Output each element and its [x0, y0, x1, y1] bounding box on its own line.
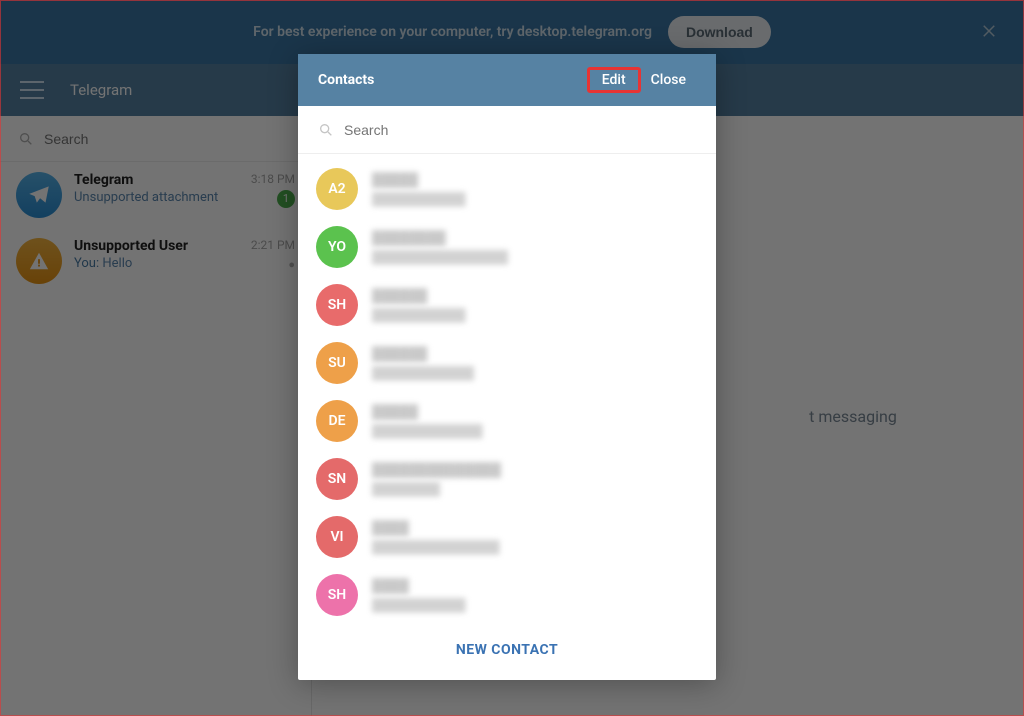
close-button[interactable]: Close [641, 68, 696, 92]
contact-text: ██████████████████ [372, 346, 698, 380]
contact-avatar: SN [316, 458, 358, 500]
contact-name: ████████ [372, 230, 698, 246]
contact-item[interactable]: YO████████████████████████ [298, 218, 716, 276]
modal-searchbar [298, 106, 716, 154]
contact-status: ████████ [372, 482, 698, 496]
contact-name: ██████ [372, 288, 698, 304]
contact-text: ██████████████████████ [372, 462, 698, 496]
contact-avatar: SU [316, 342, 358, 384]
contact-avatar: DE [316, 400, 358, 442]
contact-item[interactable]: SN██████████████████████ [298, 450, 716, 508]
contact-status: ████████████████ [372, 250, 698, 264]
modal-title: Contacts [318, 72, 587, 88]
contact-avatar: SH [316, 284, 358, 326]
search-icon [318, 122, 334, 138]
contact-text: ████████████████ [372, 172, 698, 206]
contact-status: ███████████ [372, 598, 698, 612]
modal-header: Contacts Edit Close [298, 54, 716, 106]
contact-avatar: YO [316, 226, 358, 268]
contact-status: █████████████ [372, 424, 698, 438]
edit-button[interactable]: Edit [587, 67, 641, 93]
contact-avatar: A2 [316, 168, 358, 210]
contact-text: ███████████████ [372, 578, 698, 612]
contact-avatar: SH [316, 574, 358, 616]
contact-name: ████ [372, 520, 698, 536]
contact-item[interactable]: VI███████████████████ [298, 508, 716, 566]
contact-name: ██████████████ [372, 462, 698, 478]
contact-status: ███████████ [372, 308, 698, 322]
contact-item[interactable]: SU██████████████████ [298, 334, 716, 392]
contacts-list[interactable]: A2████████████████YO████████████████████… [298, 154, 716, 624]
contact-name: █████ [372, 172, 698, 188]
new-contact-button[interactable]: NEW CONTACT [298, 624, 716, 680]
modal-search-input[interactable] [344, 122, 696, 138]
contact-name: ████ [372, 578, 698, 594]
contact-avatar: VI [316, 516, 358, 558]
contacts-modal: Contacts Edit Close A2████████████████YO… [298, 54, 716, 680]
contact-text: ███████████████████ [372, 520, 698, 554]
contact-status: ███████████ [372, 192, 698, 206]
contact-text: ████████████████████████ [372, 230, 698, 264]
contact-status: ████████████ [372, 366, 698, 380]
contact-name: █████ [372, 404, 698, 420]
contact-status: ███████████████ [372, 540, 698, 554]
contact-text: █████████████████ [372, 288, 698, 322]
contact-text: ██████████████████ [372, 404, 698, 438]
contact-name: ██████ [372, 346, 698, 362]
contact-item[interactable]: A2████████████████ [298, 160, 716, 218]
contact-item[interactable]: DE██████████████████ [298, 392, 716, 450]
contact-item[interactable]: SH███████████████ [298, 566, 716, 624]
contact-item[interactable]: SH█████████████████ [298, 276, 716, 334]
